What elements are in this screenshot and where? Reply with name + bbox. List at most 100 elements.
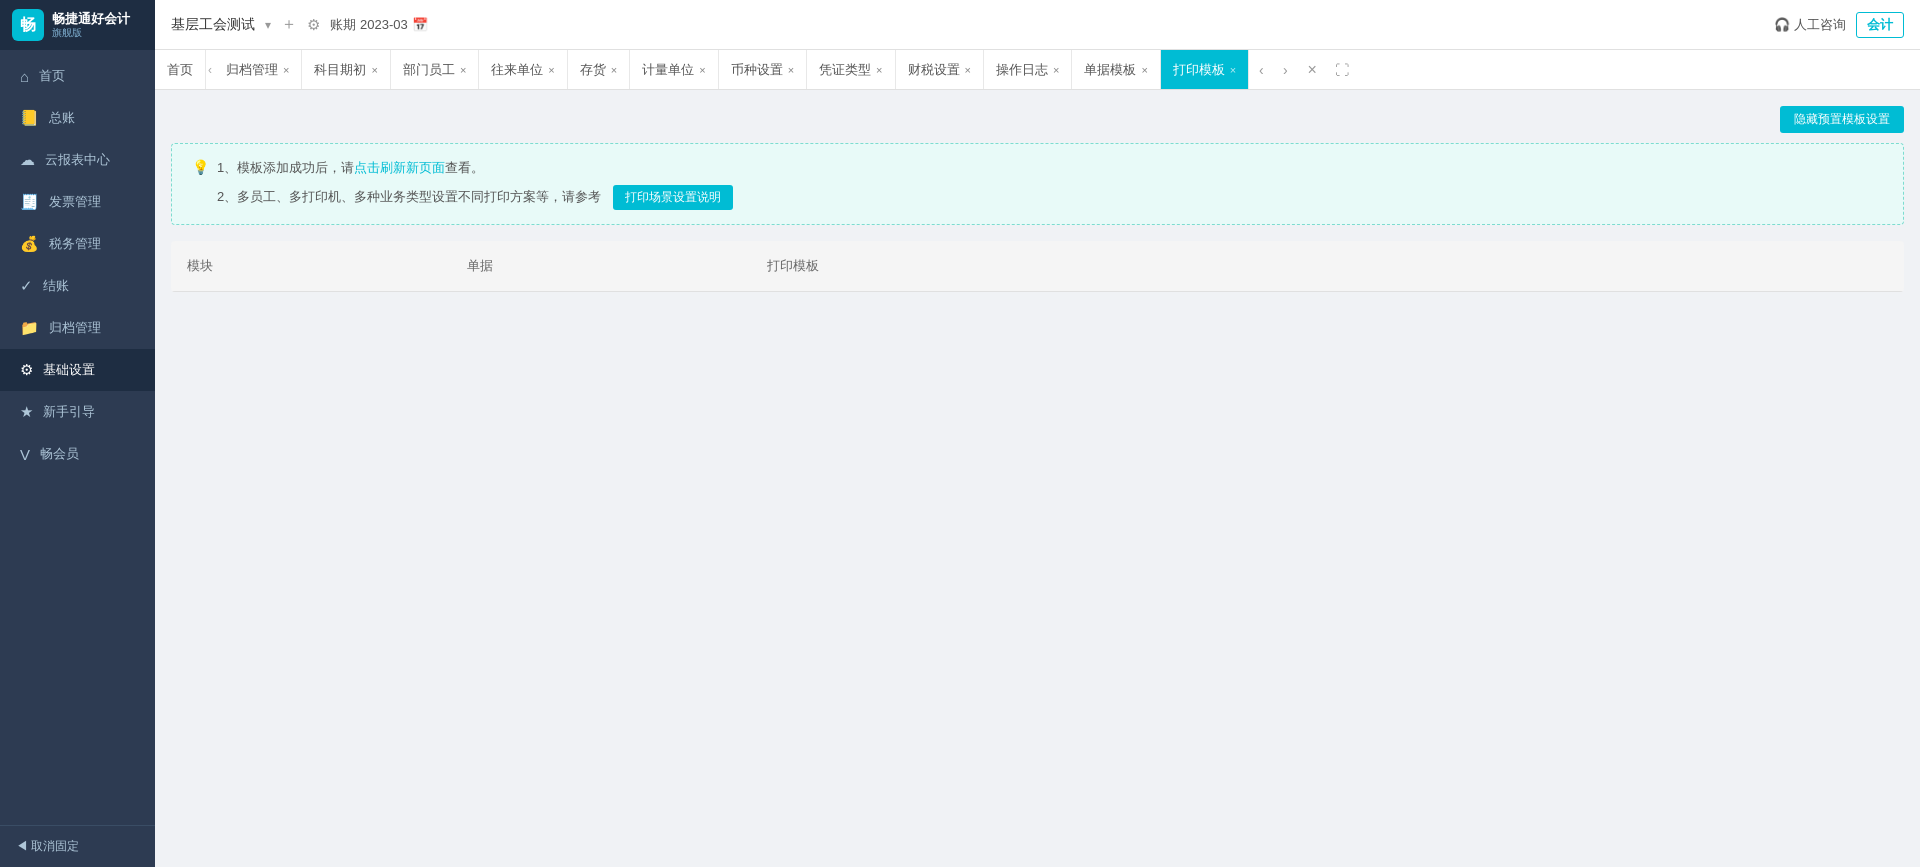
nav-label-ledger: 总账	[49, 109, 75, 127]
tab-3[interactable]: 往来单位 ×	[479, 50, 567, 89]
sidebar-item-reports[interactable]: ☁ 云报表中心	[0, 139, 155, 181]
nav-label-settle: 结账	[43, 277, 69, 295]
calendar-icon[interactable]: 📅	[412, 17, 428, 32]
tab-expand-button[interactable]: ⛶	[1327, 50, 1357, 90]
tab-1[interactable]: 科目期初 ×	[302, 50, 390, 89]
sidebar-bottom-label: ◀ 取消固定	[16, 838, 79, 855]
nav-label-home: 首页	[39, 67, 65, 85]
nav-label-archive: 归档管理	[49, 319, 101, 337]
app-name: 畅捷通好会计	[52, 11, 130, 27]
tab-label-11: 打印模板	[1173, 61, 1225, 79]
tab-close-2[interactable]: ×	[460, 64, 466, 76]
sidebar-item-ledger[interactable]: 📒 总账	[0, 97, 155, 139]
notice-text-2: 2、多员工、多打印机、多种业务类型设置不同打印方案等，请参考 打印场景设置说明	[217, 185, 733, 210]
tab-nav-prev[interactable]: ‹	[1249, 50, 1273, 90]
sidebar-item-archive[interactable]: 📁 归档管理	[0, 307, 155, 349]
tab-10[interactable]: 单据模板 ×	[1072, 50, 1160, 89]
tab-8[interactable]: 财税设置 ×	[896, 50, 984, 89]
kuaiji-button[interactable]: 会计	[1856, 12, 1904, 38]
nav-label-settings: 基础设置	[43, 361, 95, 379]
tab-5[interactable]: 计量单位 ×	[630, 50, 718, 89]
sidebar-logo: 畅 畅捷通好会计 旗舰版	[0, 0, 155, 50]
tab-11[interactable]: 打印模板 ×	[1161, 50, 1249, 89]
tab-close-5[interactable]: ×	[699, 64, 705, 76]
tab-6[interactable]: 币种设置 ×	[719, 50, 807, 89]
notice-text-1: 1、模板添加成功后，请点击刷新新页面查看。	[217, 158, 484, 179]
headset-icon: 🎧	[1774, 17, 1790, 32]
period-display: 账期 2023-03 📅	[330, 16, 428, 34]
tab-close-10[interactable]: ×	[1141, 64, 1147, 76]
tab-4[interactable]: 存货×	[568, 50, 630, 89]
hide-template-bar: 隐藏预置模板设置	[171, 106, 1904, 133]
tab-2[interactable]: 部门员工 ×	[391, 50, 479, 89]
add-tab-button[interactable]: ＋	[281, 14, 297, 35]
sidebar-item-invoice[interactable]: 🧾 发票管理	[0, 181, 155, 223]
tab-0[interactable]: 归档管理 ×	[214, 50, 302, 89]
sidebar-nav: ⌂ 首页 📒 总账 ☁ 云报表中心 🧾 发票管理 💰 税务管理 ✓结账 📁 归档管理 ⚙基础设置 ★ 新手引导…	[0, 50, 155, 825]
tab-label-3: 往来单位	[491, 61, 543, 79]
tab-label-5: 计量单位	[642, 61, 694, 79]
sidebar-item-home[interactable]: ⌂ 首页	[0, 55, 155, 97]
tab-close-4[interactable]: ×	[611, 64, 617, 76]
sidebar-item-tax[interactable]: 💰 税务管理	[0, 223, 155, 265]
nav-icon-archive: 📁	[20, 319, 39, 337]
nav-label-reports: 云报表中心	[45, 151, 110, 169]
notice-box: 💡 1、模板添加成功后，请点击刷新新页面查看。 💡 2、多员工、多打印机、多种业…	[171, 143, 1904, 225]
app-version: 旗舰版	[52, 27, 130, 39]
settings-icon[interactable]: ⚙	[307, 16, 320, 34]
tab-label-9: 操作日志	[996, 61, 1048, 79]
hide-template-button[interactable]: 隐藏预置模板设置	[1780, 106, 1904, 133]
company-name[interactable]: 基层工会测试	[171, 16, 255, 34]
tab-label-2: 部门员工	[403, 61, 455, 79]
tab-9[interactable]: 操作日志 ×	[984, 50, 1072, 89]
sidebar-item-settle[interactable]: ✓结账	[0, 265, 155, 307]
sidebar: 畅 畅捷通好会计 旗舰版 ⌂ 首页 📒 总账 ☁ 云报表中心 🧾 发票管理 💰 税务管理 ✓结账 📁 归…	[0, 0, 155, 867]
tab-7[interactable]: 凭证类型 ×	[807, 50, 895, 89]
tab-nav-next[interactable]: ›	[1273, 50, 1297, 90]
tab-label-0: 归档管理	[226, 61, 278, 79]
tab-label-6: 币种设置	[731, 61, 783, 79]
tab-label-7: 凭证类型	[819, 61, 871, 79]
col-module-header: 模块	[171, 251, 451, 281]
nav-icon-member: V	[20, 446, 30, 463]
content-area: 隐藏预置模板设置 💡 1、模板添加成功后，请点击刷新新页面查看。 💡 2、多员工…	[155, 90, 1920, 867]
print-template-table: 模块 单据 打印模板	[171, 241, 1904, 292]
tab-close-3[interactable]: ×	[548, 64, 554, 76]
refresh-link[interactable]: 点击刷新新页面	[354, 160, 445, 175]
tab-close-11[interactable]: ×	[1230, 64, 1236, 76]
tab-home[interactable]: 首页	[155, 50, 206, 89]
sidebar-item-member[interactable]: V 畅会员	[0, 433, 155, 475]
nav-label-invoice: 发票管理	[49, 193, 101, 211]
logo-icon: 畅	[12, 9, 44, 41]
tab-label-10: 单据模板	[1084, 61, 1136, 79]
col-print-header: 打印模板	[751, 251, 1904, 281]
tab-label-8: 财税设置	[908, 61, 960, 79]
nav-icon-ledger: 📒	[20, 109, 39, 127]
tab-close-6[interactable]: ×	[788, 64, 794, 76]
nav-icon-guide: ★	[20, 403, 33, 421]
tab-close-1[interactable]: ×	[371, 64, 377, 76]
company-dropdown-icon[interactable]: ▾	[265, 18, 271, 32]
nav-icon-tax: 💰	[20, 235, 39, 253]
tab-close-9[interactable]: ×	[1053, 64, 1059, 76]
print-scene-button[interactable]: 打印场景设置说明	[613, 185, 733, 210]
table-header: 模块 单据 打印模板	[171, 241, 1904, 292]
nav-icon-invoice: 🧾	[20, 193, 39, 211]
nav-label-member: 畅会员	[40, 445, 79, 463]
tab-close-8[interactable]: ×	[965, 64, 971, 76]
tab-scroll-left[interactable]: ‹	[206, 63, 214, 77]
service-button[interactable]: 🎧 人工咨询	[1774, 16, 1846, 34]
sidebar-unpin[interactable]: ◀ 取消固定	[0, 825, 155, 867]
nav-icon-home: ⌂	[20, 68, 29, 85]
tab-close-all-button[interactable]: ×	[1297, 50, 1327, 90]
tab-label-1: 科目期初	[314, 61, 366, 79]
sidebar-item-settings[interactable]: ⚙基础设置	[0, 349, 155, 391]
sidebar-item-guide[interactable]: ★ 新手引导	[0, 391, 155, 433]
tab-close-7[interactable]: ×	[876, 64, 882, 76]
topbar: 基层工会测试 ▾ ＋ ⚙ 账期 2023-03 📅 🎧 人工咨询 会计	[155, 0, 1920, 50]
nav-label-guide: 新手引导	[43, 403, 95, 421]
nav-icon-reports: ☁	[20, 151, 35, 169]
nav-label-tax: 税务管理	[49, 235, 101, 253]
tabbar: 首页‹归档管理×科目期初×部门员工×往来单位×存货×计量单位×币种设置×凭证类型…	[155, 50, 1920, 90]
tab-close-0[interactable]: ×	[283, 64, 289, 76]
